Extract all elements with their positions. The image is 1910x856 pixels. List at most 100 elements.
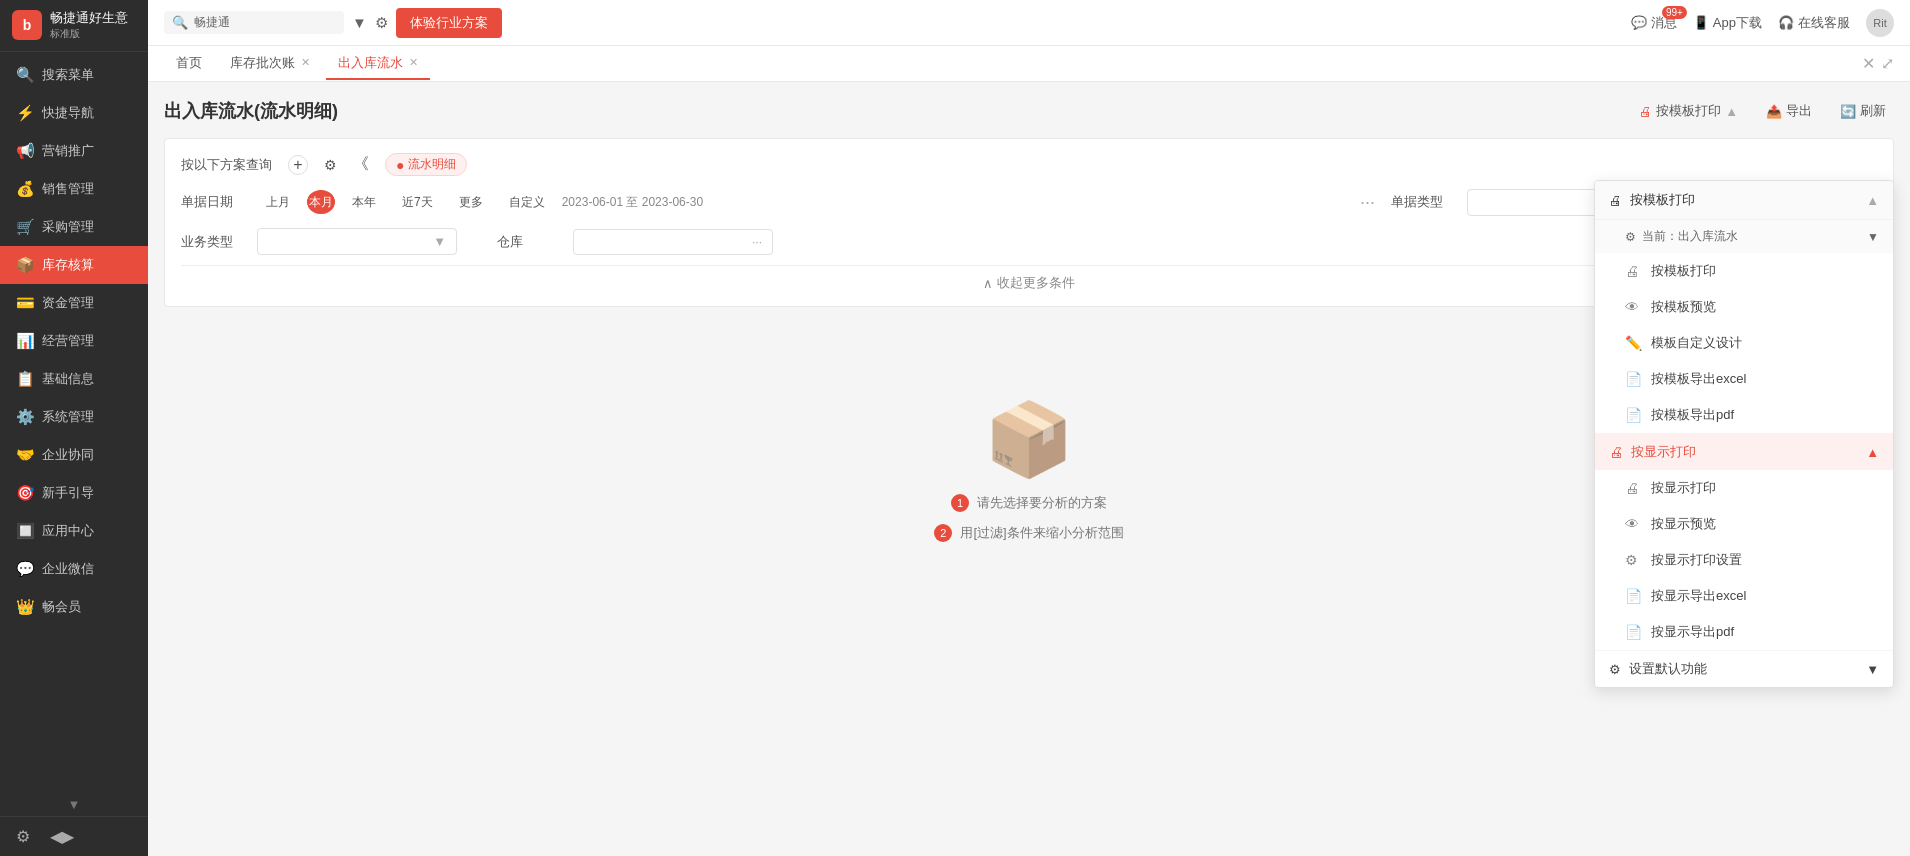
print-template-btn[interactable]: 🖨 按模板打印 ▲ xyxy=(1631,98,1746,124)
warehouse-select[interactable]: ··· xyxy=(573,229,773,255)
date-more[interactable]: 更多 xyxy=(450,190,492,215)
display-print-settings-item[interactable]: ⚙ 按显示打印设置 xyxy=(1595,542,1893,578)
sidebar-item-quick-nav[interactable]: ⚡快捷导航 xyxy=(0,94,148,132)
sidebar-item-basics[interactable]: 📋基础信息 xyxy=(0,360,148,398)
template-export-excel-item[interactable]: 📄 按模板导出excel xyxy=(1595,361,1893,397)
doc-type-label: 单据类型 xyxy=(1391,193,1451,211)
collapse-sidebar-icon[interactable]: ◀▶ xyxy=(50,827,74,846)
scroll-down-btn[interactable]: ▼ xyxy=(0,793,148,816)
display-print-icon: 🖨 xyxy=(1625,480,1641,496)
tab-inout-flow-close[interactable]: ✕ xyxy=(409,56,418,69)
nav-icon-quick-nav: ⚡ xyxy=(16,104,34,122)
biz-type-select[interactable]: ▼ xyxy=(257,228,457,255)
app-icon: 📱 xyxy=(1693,15,1709,30)
date-this-year[interactable]: 本年 xyxy=(343,190,385,215)
settings-bottom-icon[interactable]: ⚙ xyxy=(16,827,30,846)
tab-inventory-batch-close[interactable]: ✕ xyxy=(301,56,310,69)
nav-label-cooperation: 企业协同 xyxy=(42,446,94,464)
sidebar-item-app-center[interactable]: 🔲应用中心 xyxy=(0,512,148,550)
nav-icon-inventory: 📦 xyxy=(16,256,34,274)
message-btn[interactable]: 💬 消息 99+ xyxy=(1631,14,1677,32)
display-print-item[interactable]: 🖨 按显示打印 xyxy=(1595,470,1893,506)
logo-text: 畅捷通好生意 xyxy=(50,10,128,27)
tab-bar-maximize[interactable]: ⤢ xyxy=(1881,54,1894,73)
filter-collapse-icon[interactable]: 《 xyxy=(353,154,369,175)
set-default-icon: ⚙ xyxy=(1609,662,1621,677)
display-print-group-header[interactable]: 🖨 按显示打印 ▲ xyxy=(1595,434,1893,470)
date-this-month[interactable]: 本月 xyxy=(307,190,335,214)
tab-home[interactable]: 首页 xyxy=(164,48,214,80)
sidebar-item-finance[interactable]: 💳 资金管理 xyxy=(0,284,148,322)
nav-label-member: 畅会员 xyxy=(42,598,81,616)
tab-inout-flow[interactable]: 出入库流水 ✕ xyxy=(326,48,430,80)
dropdown-header[interactable]: 🖨 按模板打印 ▲ xyxy=(1595,181,1893,220)
page-actions: 🖨 按模板打印 ▲ 📤 导出 🔄 刷新 xyxy=(1631,98,1894,124)
refresh-btn[interactable]: 🔄 刷新 xyxy=(1832,98,1894,124)
filter-settings-icon[interactable]: ⚙ xyxy=(324,157,337,173)
nav-icon-purchase: 🛒 xyxy=(16,218,34,236)
display-preview-icon: 👁 xyxy=(1625,516,1641,532)
message-icon: 💬 xyxy=(1631,15,1647,30)
dropdown-header-caret[interactable]: ▲ xyxy=(1866,193,1879,208)
set-default-footer[interactable]: ⚙ 设置默认功能 ▼ xyxy=(1595,651,1893,687)
nav-icon-system: ⚙️ xyxy=(16,408,34,426)
print-dropdown-caret[interactable]: ▲ xyxy=(1725,104,1738,119)
display-preview-item[interactable]: 👁 按显示预览 xyxy=(1595,506,1893,542)
template-export-pdf-item[interactable]: 📄 按模板导出pdf xyxy=(1595,397,1893,433)
date-last-month[interactable]: 上月 xyxy=(257,190,299,215)
topbar-search[interactable]: 🔍 xyxy=(164,11,344,34)
display-settings-icon: ⚙ xyxy=(1625,552,1641,568)
online-service-btn[interactable]: 🎧 在线客服 xyxy=(1778,14,1850,32)
sidebar-item-sales[interactable]: 💰销售管理 xyxy=(0,170,148,208)
sidebar-item-operation[interactable]: 📊经营管理 xyxy=(0,322,148,360)
sidebar-item-member[interactable]: 👑畅会员 xyxy=(0,588,148,626)
user-profile-btn[interactable]: Rit xyxy=(1866,9,1894,37)
search-input[interactable] xyxy=(194,16,324,30)
sidebar-item-system[interactable]: ⚙️ 系统管理 xyxy=(0,398,148,436)
sidebar-item-wechat[interactable]: 💬企业微信 xyxy=(0,550,148,588)
tab-inventory-batch[interactable]: 库存批次账 ✕ xyxy=(218,48,322,80)
nav-icon-wechat: 💬 xyxy=(16,560,34,578)
nav-icon-operation: 📊 xyxy=(16,332,34,350)
biz-type-caret: ▼ xyxy=(433,234,446,249)
nav-icon-sales: 💰 xyxy=(16,180,34,198)
date-last-7days[interactable]: 近7天 xyxy=(393,190,442,215)
set-default-caret[interactable]: ▼ xyxy=(1866,662,1879,677)
dropdown-current: ⚙ 当前：出入库流水 ▼ xyxy=(1595,220,1893,253)
industry-solution-button[interactable]: 体验行业方案 xyxy=(396,8,502,38)
display-group-caret[interactable]: ▲ xyxy=(1866,445,1879,460)
sidebar-item-inventory[interactable]: 📦库存核算 xyxy=(0,246,148,284)
template-design-item[interactable]: ✏️ 模板自定义设计 xyxy=(1595,325,1893,361)
export-btn[interactable]: 📤 导出 xyxy=(1758,98,1820,124)
date-range-display: 2023-06-01 至 2023-06-30 xyxy=(562,194,703,211)
avatar: Rit xyxy=(1866,9,1894,37)
date-label: 单据日期 xyxy=(181,193,241,211)
app-download-btn[interactable]: 📱 App下载 xyxy=(1693,14,1762,32)
topbar-gear-icon[interactable]: ▼ xyxy=(352,14,367,31)
add-filter-btn[interactable]: + xyxy=(288,155,308,175)
topbar-settings-icon[interactable]: ⚙ xyxy=(375,14,388,32)
display-export-pdf-item[interactable]: 📄 按显示导出pdf xyxy=(1595,614,1893,650)
warehouse-more[interactable]: ··· xyxy=(752,235,762,249)
empty-step-2: 2 用[过滤]条件来缩小分析范围 xyxy=(934,524,1123,542)
collapse-arrow-icon: ∧ xyxy=(983,276,993,291)
sidebar-item-cooperation[interactable]: 🤝 企业协同 xyxy=(0,436,148,474)
nav-icon-cooperation: 🤝 xyxy=(16,446,34,464)
template-preview-item[interactable]: 👁 按模板预览 xyxy=(1595,289,1893,325)
date-custom[interactable]: 自定义 xyxy=(500,190,554,215)
sidebar-item-marketing[interactable]: 📢营销推广 xyxy=(0,132,148,170)
nav-icon-finance: 💳 xyxy=(16,294,34,312)
nav-label-finance: 资金管理 xyxy=(42,294,94,312)
display-export-excel-item[interactable]: 📄 按显示导出excel xyxy=(1595,578,1893,614)
filter-tag-shuimingxi[interactable]: ● 流水明细 xyxy=(385,153,467,176)
tab-bar-close-all[interactable]: ✕ xyxy=(1862,54,1875,73)
display-print-group-icon: 🖨 xyxy=(1609,444,1623,460)
search-options-more[interactable]: ··· xyxy=(1360,192,1375,213)
sidebar-item-guide[interactable]: 🎯新手引导 xyxy=(0,474,148,512)
template-print-item[interactable]: 🖨 按模板打印 xyxy=(1595,253,1893,289)
sidebar-item-purchase[interactable]: 🛒采购管理 xyxy=(0,208,148,246)
sidebar-item-search[interactable]: 🔍搜索菜单 xyxy=(0,56,148,94)
dropdown-current-caret[interactable]: ▼ xyxy=(1867,230,1879,244)
nav-label-system: 系统管理 xyxy=(42,408,94,426)
sidebar: b 畅捷通好生意 标准版 🔍搜索菜单⚡快捷导航📢营销推广💰销售管理🛒采购管理📦库… xyxy=(0,0,148,856)
